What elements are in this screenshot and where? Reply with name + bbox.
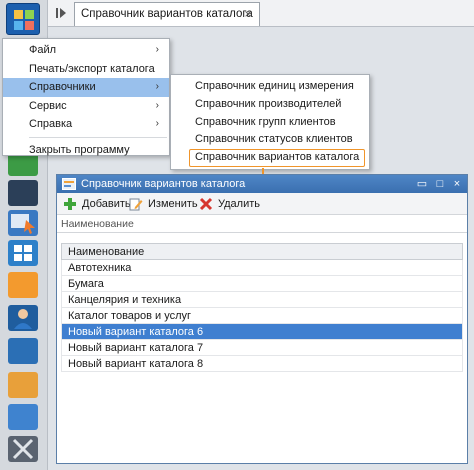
submenu-item-catalog-variants[interactable]: Справочник вариантов каталога <box>189 149 365 168</box>
main-menu: Файл › Печать/экспорт каталога Справочни… <box>2 38 170 156</box>
menu-item-exit[interactable]: Закрыть программу <box>3 141 169 160</box>
truck-icon[interactable] <box>8 338 38 364</box>
clipboard-icon[interactable] <box>8 372 38 398</box>
window-icon <box>62 178 76 190</box>
chevron-right-icon: › <box>155 81 159 92</box>
document-tab-strip: Справочник вариантов каталога × <box>48 0 474 27</box>
table-row[interactable]: Канцелярия и техника <box>61 292 463 308</box>
document-icon[interactable] <box>8 404 38 430</box>
submenu-item-client-statuses[interactable]: Справочник статусов клиентов <box>171 131 369 149</box>
cursor-window-icon[interactable] <box>8 210 38 236</box>
table-row[interactable]: Автотехника <box>61 260 463 276</box>
windows-icon[interactable] <box>8 240 38 266</box>
window-toolbar: Добавить Изменить Удалить <box>57 193 467 215</box>
add-button[interactable]: Добавить <box>63 196 131 212</box>
collapse-panel-icon[interactable] <box>54 6 68 20</box>
delete-icon <box>199 197 213 211</box>
tools-icon[interactable] <box>8 436 38 462</box>
tab-label: Справочник вариантов каталога <box>81 8 253 20</box>
menu-item-file[interactable]: Файл › <box>3 41 169 60</box>
window-title: Справочник вариантов каталога <box>81 178 246 190</box>
chevron-right-icon: › <box>155 99 159 111</box>
menu-item-label: Справка <box>29 118 73 130</box>
chevron-right-icon: › <box>155 118 159 129</box>
menu-divider <box>29 136 167 138</box>
catalog-grid: Наименование Автотехника Бумага Канцеляр… <box>61 243 463 372</box>
minimize-icon[interactable]: ▭ <box>415 177 429 191</box>
edit-label: Изменить <box>148 198 198 210</box>
menu-item-references[interactable]: Справочники › <box>3 78 169 97</box>
table-row[interactable]: Новый вариант каталога 8 <box>61 356 463 372</box>
submenu-item-manufacturers[interactable]: Справочник производителей <box>171 96 369 114</box>
edit-button[interactable]: Изменить <box>129 196 198 212</box>
menu-item-label: Файл <box>29 44 57 56</box>
close-icon[interactable]: × <box>242 8 254 20</box>
table-row[interactable]: Каталог товаров и услуг <box>61 308 463 324</box>
edit-icon <box>129 198 143 211</box>
app-logo-icon[interactable] <box>6 3 40 35</box>
add-icon <box>64 198 76 210</box>
column-header-name[interactable]: Наименование <box>61 243 463 260</box>
menu-item-label: Сервис <box>29 99 67 112</box>
catalog-variants-window: Справочник вариантов каталога ▭ □ × Доба… <box>56 174 468 464</box>
submenu-item-client-groups[interactable]: Справочник групп клиентов <box>171 114 369 132</box>
add-label: Добавить <box>82 198 131 210</box>
menu-item-help[interactable]: Справка › <box>3 115 169 134</box>
references-submenu: Справочник единиц измерения Справочник п… <box>170 74 370 170</box>
menu-item-label: Справочники <box>29 81 96 93</box>
submenu-item-units[interactable]: Справочник единиц измерения <box>171 78 369 96</box>
chevron-right-icon: › <box>155 44 159 55</box>
puzzle-icon[interactable] <box>8 272 38 298</box>
filter-input[interactable]: Наименование <box>57 215 467 233</box>
menu-item-print-export[interactable]: Печать/экспорт каталога <box>3 60 169 79</box>
table-row[interactable]: Бумага <box>61 276 463 292</box>
menu-item-service[interactable]: Сервис › <box>3 97 169 116</box>
window-title-bar[interactable]: Справочник вариантов каталога ▭ □ × <box>57 175 467 193</box>
user-icon[interactable] <box>8 305 38 331</box>
menu-item-label: Печать/экспорт каталога <box>29 62 155 75</box>
close-window-icon[interactable]: × <box>450 177 464 191</box>
maximize-icon[interactable]: □ <box>433 177 447 191</box>
tab-catalog-variants[interactable]: Справочник вариантов каталога × <box>74 2 260 26</box>
tool-icon-2[interactable] <box>8 180 38 206</box>
delete-label: Удалить <box>218 198 260 210</box>
table-row-selected[interactable]: Новый вариант каталога 6 <box>61 324 463 340</box>
menu-item-label: Закрыть программу <box>29 143 130 156</box>
table-row[interactable]: Новый вариант каталога 7 <box>61 340 463 356</box>
delete-button[interactable]: Удалить <box>199 196 260 212</box>
